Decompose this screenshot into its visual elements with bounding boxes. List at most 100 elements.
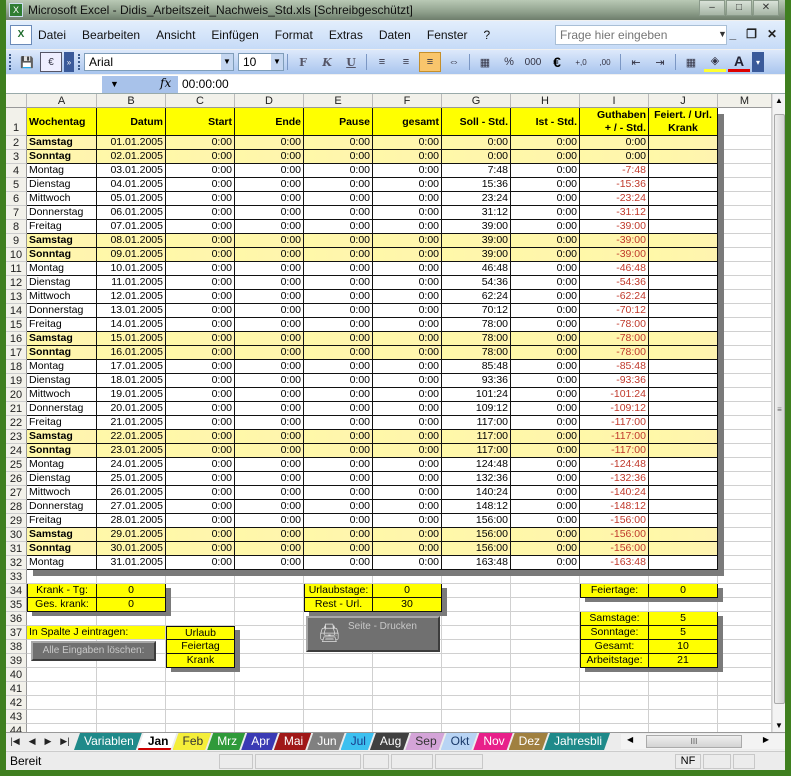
cell-start[interactable]: 0:00 bbox=[166, 304, 235, 318]
sheet-tab-mrz[interactable]: Mrz bbox=[207, 733, 245, 750]
grid-cell[interactable] bbox=[718, 178, 772, 192]
sheet-tab-apr[interactable]: Apr bbox=[241, 733, 278, 750]
entry-type-urlaub[interactable]: Urlaub bbox=[166, 626, 235, 640]
cell-soll[interactable]: 31:12 bbox=[442, 206, 511, 220]
cell-soll[interactable]: 163:48 bbox=[442, 556, 511, 570]
cell-soll[interactable]: 39:00 bbox=[442, 234, 511, 248]
grid-cell[interactable] bbox=[718, 430, 772, 444]
cell-note[interactable] bbox=[649, 318, 718, 332]
sheet-tab-nov[interactable]: Nov bbox=[473, 733, 512, 750]
cell-ist[interactable]: 0:00 bbox=[511, 178, 580, 192]
column-header-b[interactable]: B bbox=[97, 94, 166, 108]
cell-ist[interactable]: 0:00 bbox=[511, 416, 580, 430]
cell-total[interactable]: 0:00 bbox=[373, 528, 442, 542]
cell-date[interactable]: 01.01.2005 bbox=[97, 136, 166, 150]
cell-start[interactable]: 0:00 bbox=[166, 262, 235, 276]
row-header-8[interactable]: 8 bbox=[6, 220, 27, 234]
grid-cell[interactable] bbox=[166, 724, 235, 732]
cell-soll[interactable]: 101:24 bbox=[442, 388, 511, 402]
entry-type-krank[interactable]: Krank bbox=[166, 654, 235, 668]
row-header-42[interactable]: 42 bbox=[6, 696, 27, 710]
row-header-31[interactable]: 31 bbox=[6, 542, 27, 556]
row-header-21[interactable]: 21 bbox=[6, 402, 27, 416]
cell-end[interactable]: 0:00 bbox=[235, 150, 304, 164]
grid-cell[interactable] bbox=[27, 668, 97, 682]
function-icon[interactable]: fx bbox=[160, 76, 171, 90]
cell-day[interactable]: Sonntag bbox=[27, 444, 97, 458]
cell-balance[interactable]: -78:00 bbox=[580, 346, 649, 360]
menu-fenster[interactable]: Fenster bbox=[427, 28, 468, 42]
grid-cell[interactable] bbox=[718, 598, 772, 612]
cell-balance[interactable]: -156:00 bbox=[580, 514, 649, 528]
increase-indent-icon[interactable]: ⇥ bbox=[649, 52, 671, 72]
cell-note[interactable] bbox=[649, 150, 718, 164]
cell-start[interactable]: 0:00 bbox=[166, 178, 235, 192]
horizontal-scrollbar[interactable]: ◀ III ▶ bbox=[621, 734, 785, 749]
row-header-44[interactable]: 44 bbox=[6, 724, 27, 732]
scroll-left-icon[interactable]: ◀ bbox=[627, 735, 633, 744]
cell-ist[interactable]: 0:00 bbox=[511, 500, 580, 514]
grid-cell[interactable] bbox=[166, 598, 235, 612]
grid-cell[interactable] bbox=[511, 668, 580, 682]
cell-pause[interactable]: 0:00 bbox=[304, 136, 373, 150]
select-all-corner[interactable] bbox=[6, 94, 27, 108]
grid-cell[interactable] bbox=[718, 556, 772, 570]
cell-pause[interactable]: 0:00 bbox=[304, 542, 373, 556]
cell-note[interactable] bbox=[649, 430, 718, 444]
grid-cell[interactable] bbox=[235, 598, 304, 612]
grid-cell[interactable] bbox=[511, 682, 580, 696]
cell-end[interactable]: 0:00 bbox=[235, 164, 304, 178]
toolbar-options-icon[interactable]: ▾ bbox=[752, 52, 764, 72]
scroll-down-icon[interactable]: ▼ bbox=[775, 721, 783, 730]
cell-end[interactable]: 0:00 bbox=[235, 416, 304, 430]
cell-soll[interactable]: 54:36 bbox=[442, 276, 511, 290]
cell-date[interactable]: 03.01.2005 bbox=[97, 164, 166, 178]
cell-start[interactable]: 0:00 bbox=[166, 458, 235, 472]
menu-ansicht[interactable]: Ansicht bbox=[156, 28, 195, 42]
grid-cell[interactable] bbox=[304, 710, 373, 724]
grid-cell[interactable] bbox=[166, 612, 235, 626]
grid-cell[interactable] bbox=[718, 290, 772, 304]
sheet-tab-aug[interactable]: Aug bbox=[370, 733, 409, 750]
grid-cell[interactable] bbox=[304, 682, 373, 696]
cell-pause[interactable]: 0:00 bbox=[304, 290, 373, 304]
cell-date[interactable]: 11.01.2005 bbox=[97, 276, 166, 290]
maximize-button[interactable]: □ bbox=[726, 0, 752, 16]
cell-start[interactable]: 0:00 bbox=[166, 248, 235, 262]
cell-start[interactable]: 0:00 bbox=[166, 528, 235, 542]
grid-cell[interactable] bbox=[718, 346, 772, 360]
cell-balance[interactable]: -31:12 bbox=[580, 206, 649, 220]
cell-total[interactable]: 0:00 bbox=[373, 276, 442, 290]
cell-start[interactable]: 0:00 bbox=[166, 276, 235, 290]
cell-day[interactable]: Montag bbox=[27, 360, 97, 374]
cell-start[interactable]: 0:00 bbox=[166, 192, 235, 206]
cell-pause[interactable]: 0:00 bbox=[304, 164, 373, 178]
cell-end[interactable]: 0:00 bbox=[235, 290, 304, 304]
cell-soll[interactable]: 0:00 bbox=[442, 150, 511, 164]
grid-cell[interactable] bbox=[166, 696, 235, 710]
grid-cell[interactable] bbox=[235, 654, 304, 668]
cell-soll[interactable]: 70:12 bbox=[442, 304, 511, 318]
cell-total[interactable]: 0:00 bbox=[373, 388, 442, 402]
grid-cell[interactable] bbox=[718, 220, 772, 234]
cell-ist[interactable]: 0:00 bbox=[511, 234, 580, 248]
cell-note[interactable] bbox=[649, 486, 718, 500]
cell-ist[interactable]: 0:00 bbox=[511, 528, 580, 542]
cell-day[interactable]: Montag bbox=[27, 458, 97, 472]
menu-format[interactable]: Format bbox=[275, 28, 313, 42]
grid-cell[interactable] bbox=[373, 724, 442, 732]
cell-ist[interactable]: 0:00 bbox=[511, 304, 580, 318]
column-header-g[interactable]: G bbox=[442, 94, 511, 108]
toolbar-grip[interactable] bbox=[9, 54, 12, 70]
cell-soll[interactable]: 46:48 bbox=[442, 262, 511, 276]
cell-day[interactable]: Dienstag bbox=[27, 472, 97, 486]
cell-soll[interactable]: 109:12 bbox=[442, 402, 511, 416]
cell-note[interactable] bbox=[649, 164, 718, 178]
cell-soll[interactable]: 156:00 bbox=[442, 514, 511, 528]
row-header-29[interactable]: 29 bbox=[6, 514, 27, 528]
cell-total[interactable]: 0:00 bbox=[373, 234, 442, 248]
cell-end[interactable]: 0:00 bbox=[235, 178, 304, 192]
cell-total[interactable]: 0:00 bbox=[373, 500, 442, 514]
cell-total[interactable]: 0:00 bbox=[373, 136, 442, 150]
grid-cell[interactable] bbox=[718, 304, 772, 318]
